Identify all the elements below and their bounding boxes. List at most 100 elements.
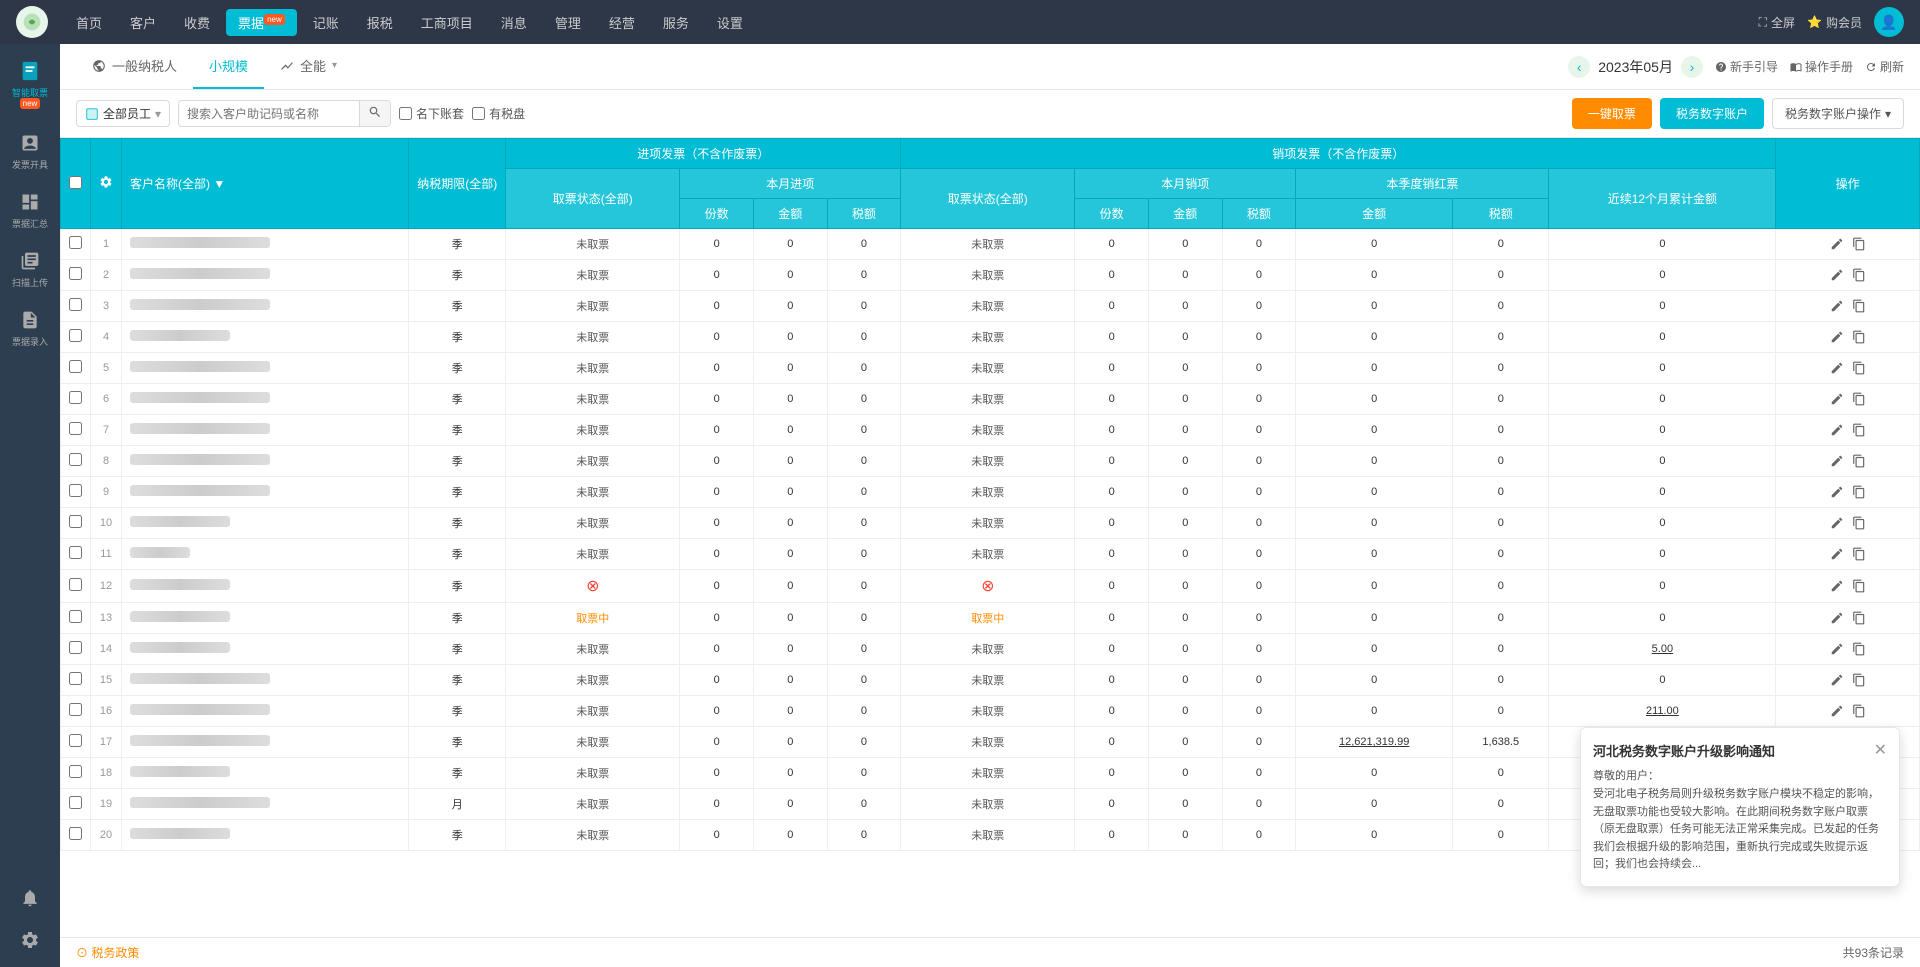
nav-accounting[interactable]: 记账 [301,9,351,36]
user-avatar[interactable]: 👤 [1874,7,1904,37]
row-checkbox-cell[interactable] [61,229,91,260]
row-copy-icon[interactable] [1850,452,1868,470]
row-copy-icon[interactable] [1850,640,1868,658]
row-out-status[interactable]: 未取票 [901,789,1075,820]
sidebar-notifications[interactable] [2,879,58,917]
down-account-checkbox[interactable] [399,107,412,120]
row-client-name[interactable] [122,415,409,446]
row-in-status[interactable]: 未取票 [506,229,680,260]
row-out-status[interactable]: 未取票 [901,415,1075,446]
row-in-status[interactable]: 未取票 [506,415,680,446]
row-copy-icon[interactable] [1850,235,1868,253]
row-copy-icon[interactable] [1850,609,1868,627]
nav-manage[interactable]: 管理 [543,9,593,36]
period-prev-btn[interactable]: ‹ [1568,56,1590,78]
row-edit-icon[interactable] [1828,452,1846,470]
row-copy-icon[interactable] [1850,671,1868,689]
row-edit-icon[interactable] [1828,545,1846,563]
nav-client[interactable]: 客户 [118,9,168,36]
row-checkbox-cell[interactable] [61,727,91,758]
row-client-name[interactable] [122,508,409,539]
row-checkbox[interactable] [69,267,82,280]
row-checkbox[interactable] [69,796,82,809]
row-in-status[interactable]: 未取票 [506,634,680,665]
row-out-status[interactable]: 未取票 [901,665,1075,696]
sidebar-open-invoice[interactable]: 发票开具 [2,124,58,179]
row-checkbox[interactable] [69,610,82,623]
select-all-checkbox[interactable] [69,176,82,189]
nav-home[interactable]: 首页 [64,9,114,36]
row-in-status[interactable]: 未取票 [506,820,680,851]
row-edit-icon[interactable] [1828,359,1846,377]
row-checkbox[interactable] [69,734,82,747]
nav-invoice[interactable]: 票据new [226,9,297,36]
row-out-status[interactable]: 未取票 [901,229,1075,260]
row-client-name[interactable] [122,229,409,260]
one-click-fetch-button[interactable]: 一键取票 [1572,98,1652,129]
down-account-checkbox-label[interactable]: 名下账套 [399,105,464,122]
row-checkbox-cell[interactable] [61,260,91,291]
row-copy-icon[interactable] [1850,702,1868,720]
row-checkbox[interactable] [69,453,82,466]
row-in-status[interactable]: 未取票 [506,665,680,696]
row-edit-icon[interactable] [1828,266,1846,284]
row-client-name[interactable] [122,353,409,384]
digital-account-button[interactable]: 税务数字账户 [1660,98,1764,129]
row-checkbox-cell[interactable] [61,758,91,789]
row-copy-icon[interactable] [1850,297,1868,315]
row-in-status[interactable]: 未取票 [506,758,680,789]
row-checkbox-cell[interactable] [61,539,91,570]
row-checkbox[interactable] [69,546,82,559]
row-edit-icon[interactable] [1828,390,1846,408]
row-checkbox-cell[interactable] [61,291,91,322]
digital-account-dropdown-button[interactable]: 税务数字账户操作 ▾ [1772,98,1904,129]
row-out-status[interactable]: 未取票 [901,634,1075,665]
has-tax-checkbox[interactable] [472,107,485,120]
nav-operation[interactable]: 经营 [597,9,647,36]
tab-all[interactable]: 全能 ▾ [264,44,353,89]
row-in-status[interactable]: 未取票 [506,789,680,820]
row-edit-icon[interactable] [1828,421,1846,439]
row-checkbox-cell[interactable] [61,353,91,384]
row-copy-icon[interactable] [1850,514,1868,532]
row-in-status[interactable]: 取票中 [506,603,680,634]
nav-service[interactable]: 服务 [651,9,701,36]
row-edit-icon[interactable] [1828,609,1846,627]
search-button[interactable] [359,101,390,126]
row-client-name[interactable] [122,477,409,508]
row-checkbox[interactable] [69,360,82,373]
row-client-name[interactable] [122,570,409,603]
row-in-status[interactable]: 未取票 [506,353,680,384]
tab-small-scale[interactable]: 小规模 [193,44,264,89]
row-edit-icon[interactable] [1828,640,1846,658]
col-out-fetch-status[interactable]: 取票状态(全部) [901,169,1075,229]
row-edit-icon[interactable] [1828,297,1846,315]
row-client-name[interactable] [122,260,409,291]
row-in-status[interactable]: 未取票 [506,508,680,539]
row-checkbox[interactable] [69,672,82,685]
row-checkbox-cell[interactable] [61,415,91,446]
row-checkbox[interactable] [69,391,82,404]
row-client-name[interactable] [122,384,409,415]
row-client-name[interactable] [122,727,409,758]
row-checkbox[interactable] [69,578,82,591]
row-in-status[interactable]: 未取票 [506,260,680,291]
row-out-status[interactable]: 未取票 [901,696,1075,727]
row-copy-icon[interactable] [1850,266,1868,284]
row-in-status[interactable]: 未取票 [506,322,680,353]
row-checkbox-cell[interactable] [61,384,91,415]
row-edit-icon[interactable] [1828,577,1846,595]
row-checkbox[interactable] [69,422,82,435]
tab-general-taxpayer[interactable]: 一般纳税人 [76,44,193,89]
fullscreen-btn[interactable]: ⛶ 全屏 [1759,14,1795,31]
row-copy-icon[interactable] [1850,390,1868,408]
row-checkbox[interactable] [69,329,82,342]
row-out-status[interactable]: ⊗ [901,570,1075,603]
row-checkbox-cell[interactable] [61,665,91,696]
period-next-btn[interactable]: › [1681,56,1703,78]
row-client-name[interactable] [122,603,409,634]
sidebar-invoice-summary[interactable]: 票据汇总 [2,183,58,238]
row-client-name[interactable] [122,446,409,477]
row-edit-icon[interactable] [1828,514,1846,532]
row-checkbox-cell[interactable] [61,603,91,634]
